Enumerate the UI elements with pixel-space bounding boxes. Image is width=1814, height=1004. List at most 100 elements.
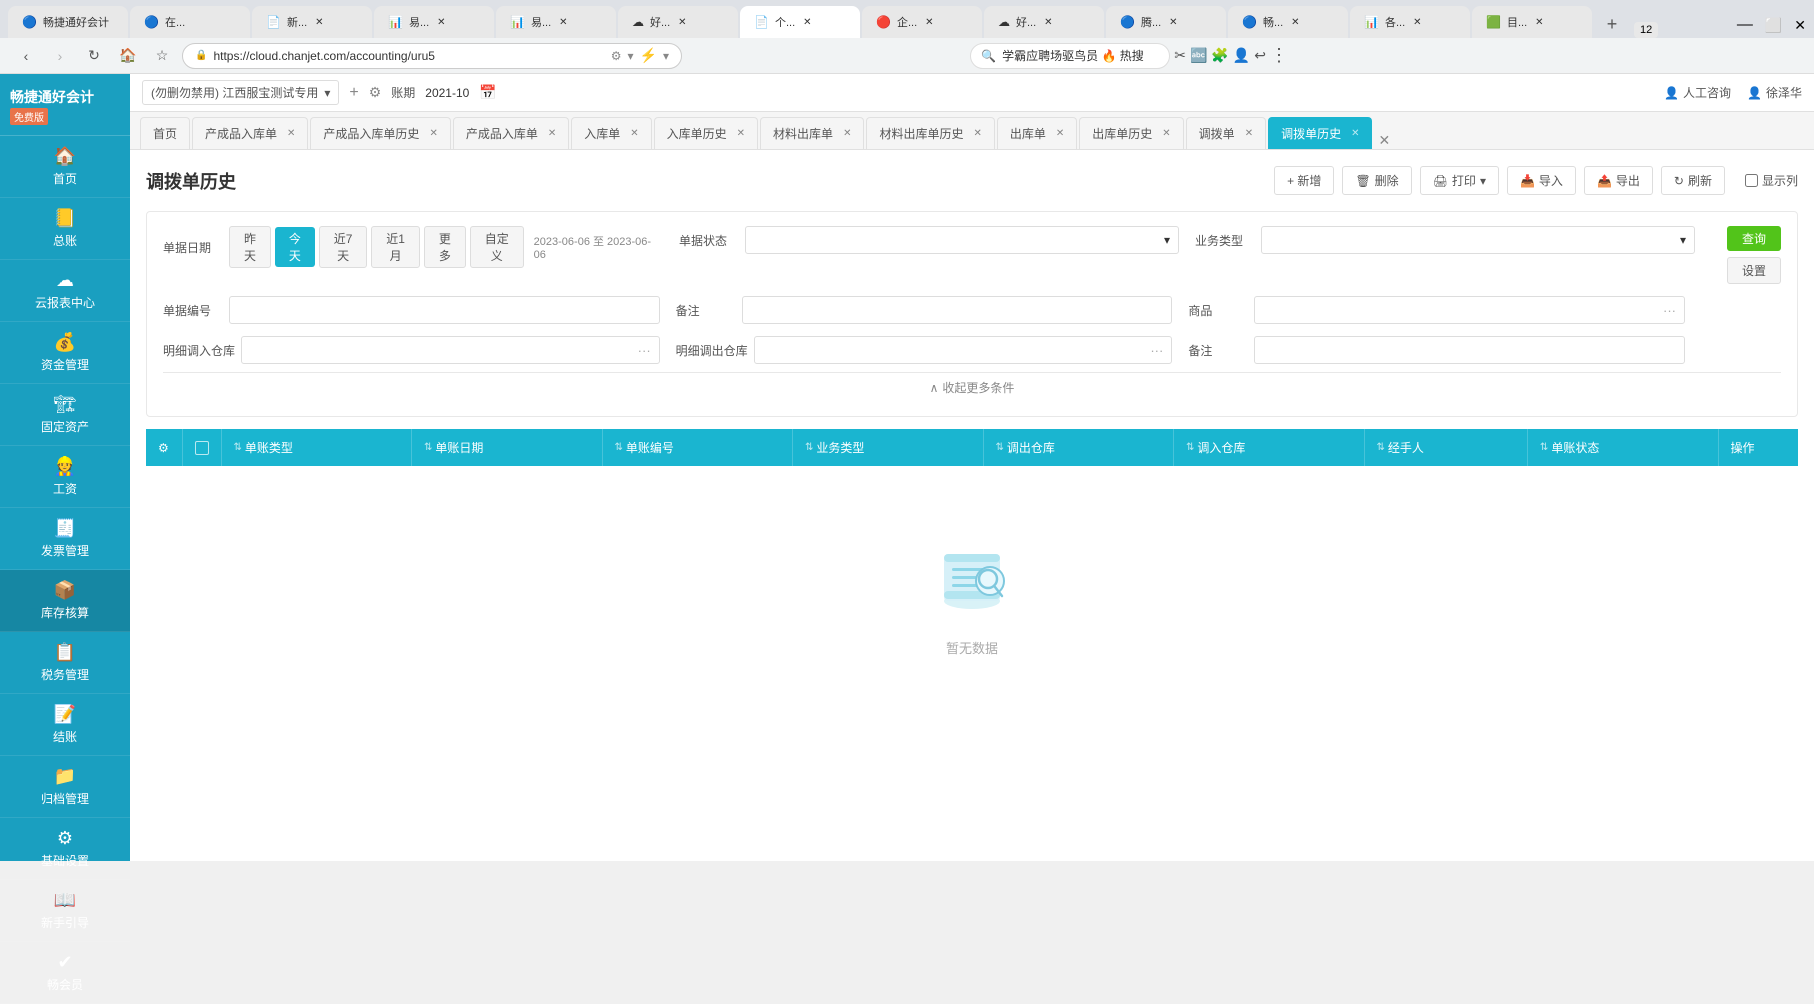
tab-close-product-inbound[interactable]: ✕	[287, 128, 295, 139]
browser-tab-12[interactable]: 📊 各... ✕	[1350, 6, 1470, 38]
tab-product-inbound[interactable]: 产成品入库单 ✕	[192, 117, 308, 149]
lightning-icon[interactable]: ⚡	[640, 47, 657, 64]
tab-close-transfer[interactable]: ✕	[1245, 128, 1253, 139]
biztype-select[interactable]: ▾	[1261, 226, 1695, 254]
date-1month-btn[interactable]: 近1月	[371, 226, 420, 268]
th-out-warehouse[interactable]: ⇅ 调出仓库	[983, 429, 1174, 466]
th-doc-status[interactable]: ⇅ 单账状态	[1527, 429, 1718, 466]
tab-product-inbound-history[interactable]: 产成品入库单历史 ✕	[310, 117, 450, 149]
detail-in-dots-icon[interactable]: ···	[638, 343, 651, 358]
tab-outbound-history[interactable]: 出库单历史 ✕	[1079, 117, 1183, 149]
show-columns-checkbox[interactable]	[1745, 174, 1758, 187]
address-text[interactable]: https://cloud.chanjet.com/accounting/uru…	[213, 49, 604, 63]
remark-input[interactable]	[742, 296, 1173, 324]
sidebar-item-ledger[interactable]: 📒 总账	[0, 198, 130, 260]
browser-tab-11[interactable]: 🔵 畅... ✕	[1228, 6, 1348, 38]
goods-dots-icon[interactable]: ···	[1663, 303, 1676, 318]
tab-transfer-history[interactable]: 调拨单历史 ✕	[1268, 117, 1372, 149]
sidebar-item-close-account[interactable]: 📝 结账	[0, 694, 130, 756]
th-doc-date[interactable]: ⇅ 单账日期	[412, 429, 603, 466]
customer-service-button[interactable]: 👤 人工咨询	[1664, 84, 1731, 101]
dropdown-icon[interactable]: ▾	[628, 49, 634, 63]
close-all-icon[interactable]: ✕	[1378, 132, 1390, 149]
sidebar-item-invoice[interactable]: 🧾 发票管理	[0, 508, 130, 570]
translate-icon[interactable]: 🔤	[1190, 47, 1207, 64]
browser-tab-9[interactable]: ☁ 好... ✕	[984, 6, 1104, 38]
tab-transfer[interactable]: 调拨单 ✕	[1186, 117, 1266, 149]
bookmark-button[interactable]: ☆	[148, 42, 176, 70]
extension-icon[interactable]: 🧩	[1211, 47, 1228, 64]
tab-material-outbound[interactable]: 材料出库单 ✕	[760, 117, 864, 149]
date-more-btn[interactable]: 更多	[424, 226, 466, 268]
browser-tab-7[interactable]: 📄 个... ✕	[740, 6, 860, 38]
date-7days-btn[interactable]: 近7天	[319, 226, 368, 268]
search-text[interactable]: 学霸应聘场驱鸟员 🔥 热搜	[1002, 47, 1144, 64]
detail-remark-input[interactable]	[1254, 336, 1685, 364]
new-tab-button[interactable]: +	[1598, 10, 1626, 38]
calendar-icon[interactable]: 📅	[479, 84, 496, 101]
tab-close-inbound-history[interactable]: ✕	[737, 128, 745, 139]
th-gear[interactable]: ⚙	[146, 429, 182, 466]
tab-close-material-outbound[interactable]: ✕	[843, 128, 851, 139]
tab-close-outbound[interactable]: ✕	[1056, 128, 1064, 139]
th-doc-no[interactable]: ⇅ 单账编号	[602, 429, 793, 466]
show-columns-button[interactable]: 显示列	[1745, 172, 1798, 189]
settings-button[interactable]: 设置	[1727, 257, 1781, 284]
tab-inbound-history[interactable]: 入库单历史 ✕	[654, 117, 758, 149]
import-button[interactable]: 📥 导入	[1507, 166, 1576, 195]
export-button[interactable]: 📤 导出	[1584, 166, 1653, 195]
back-button[interactable]: ‹	[12, 42, 40, 70]
maximize-icon[interactable]: ⬜	[1765, 17, 1782, 34]
sidebar-item-cloud-report[interactable]: ☁ 云报表中心	[0, 260, 130, 322]
refresh-button[interactable]: ↻ 刷新	[1661, 166, 1725, 195]
browser-tab-4[interactable]: 📊 易... ✕	[374, 6, 494, 38]
browser-tab-3[interactable]: 📄 新... ✕	[252, 6, 372, 38]
tab-product-inbound-2[interactable]: 产成品入库单 ✕	[453, 117, 569, 149]
sidebar-item-inventory[interactable]: 📦 库存核算	[0, 570, 130, 632]
tab-close-product-inbound-2[interactable]: ✕	[548, 128, 556, 139]
sidebar-item-tax[interactable]: 📋 税务管理	[0, 632, 130, 694]
scissors-icon[interactable]: ✂	[1174, 47, 1186, 64]
tab-close-outbound-history[interactable]: ✕	[1162, 128, 1170, 139]
more-icon[interactable]: ⋮	[1270, 45, 1288, 66]
company-settings-icon[interactable]: ⚙	[369, 84, 382, 101]
sidebar-item-payroll[interactable]: 👷 工资	[0, 446, 130, 508]
browser-tab-5[interactable]: 📊 易... ✕	[496, 6, 616, 38]
print-button[interactable]: 🖨 打印 ▾	[1420, 166, 1499, 195]
period-value[interactable]: 2021-10	[425, 86, 469, 100]
nav-dropdown-icon[interactable]: ▾	[663, 49, 669, 63]
th-biz-type[interactable]: ⇅ 业务类型	[793, 429, 984, 466]
tab-close-inbound[interactable]: ✕	[630, 128, 638, 139]
close-icon[interactable]: ✕	[1794, 17, 1806, 34]
sidebar-item-guide[interactable]: 📖 新手引导	[0, 880, 130, 942]
home-button[interactable]: 🏠	[114, 42, 142, 70]
sidebar-item-home[interactable]: 🏠 首页	[0, 136, 130, 198]
tab-outbound[interactable]: 出库单 ✕	[997, 117, 1077, 149]
company-selector[interactable]: (勿删勿禁用) 江西服宝测试专用 ▾	[142, 80, 339, 105]
th-doc-type[interactable]: ⇅ 单账类型	[221, 429, 412, 466]
detail-out-dots-icon[interactable]: ···	[1150, 343, 1163, 358]
history-back-icon[interactable]: ↩	[1254, 47, 1266, 64]
th-checkbox[interactable]	[182, 429, 221, 466]
browser-tab-13[interactable]: 🟩 目... ✕	[1472, 6, 1592, 38]
forward-button[interactable]: ›	[46, 42, 74, 70]
user-profile-button[interactable]: 👤 徐泽华	[1747, 84, 1802, 101]
sidebar-item-fixed-assets[interactable]: 🏗 固定资产	[0, 384, 130, 446]
tab-close-product-inbound-history[interactable]: ✕	[429, 128, 437, 139]
tab-inbound[interactable]: 入库单 ✕	[571, 117, 651, 149]
new-button[interactable]: + 新增	[1274, 166, 1334, 195]
sidebar-item-finance[interactable]: 💰 资金管理	[0, 322, 130, 384]
collapse-button[interactable]: ∧ 收起更多条件	[163, 372, 1781, 402]
refresh-button[interactable]: ↻	[80, 42, 108, 70]
date-today-btn[interactable]: 今天	[275, 227, 315, 267]
tab-material-outbound-history[interactable]: 材料出库单历史 ✕	[866, 117, 994, 149]
sidebar-item-settings[interactable]: ⚙ 基础设置	[0, 818, 130, 880]
select-all-checkbox[interactable]	[195, 441, 209, 455]
delete-button[interactable]: 🗑 删除	[1342, 166, 1411, 195]
gear-icon[interactable]: ⚙	[158, 441, 169, 455]
tab-close-transfer-history[interactable]: ✕	[1351, 128, 1359, 139]
sidebar-item-archive[interactable]: 📁 归档管理	[0, 756, 130, 818]
sidebar-item-member[interactable]: ✔ 畅会员	[0, 942, 130, 1004]
browser-tab-1[interactable]: 🔵 畅捷通好会计	[8, 6, 128, 38]
th-in-warehouse[interactable]: ⇅ 调入仓库	[1174, 429, 1365, 466]
